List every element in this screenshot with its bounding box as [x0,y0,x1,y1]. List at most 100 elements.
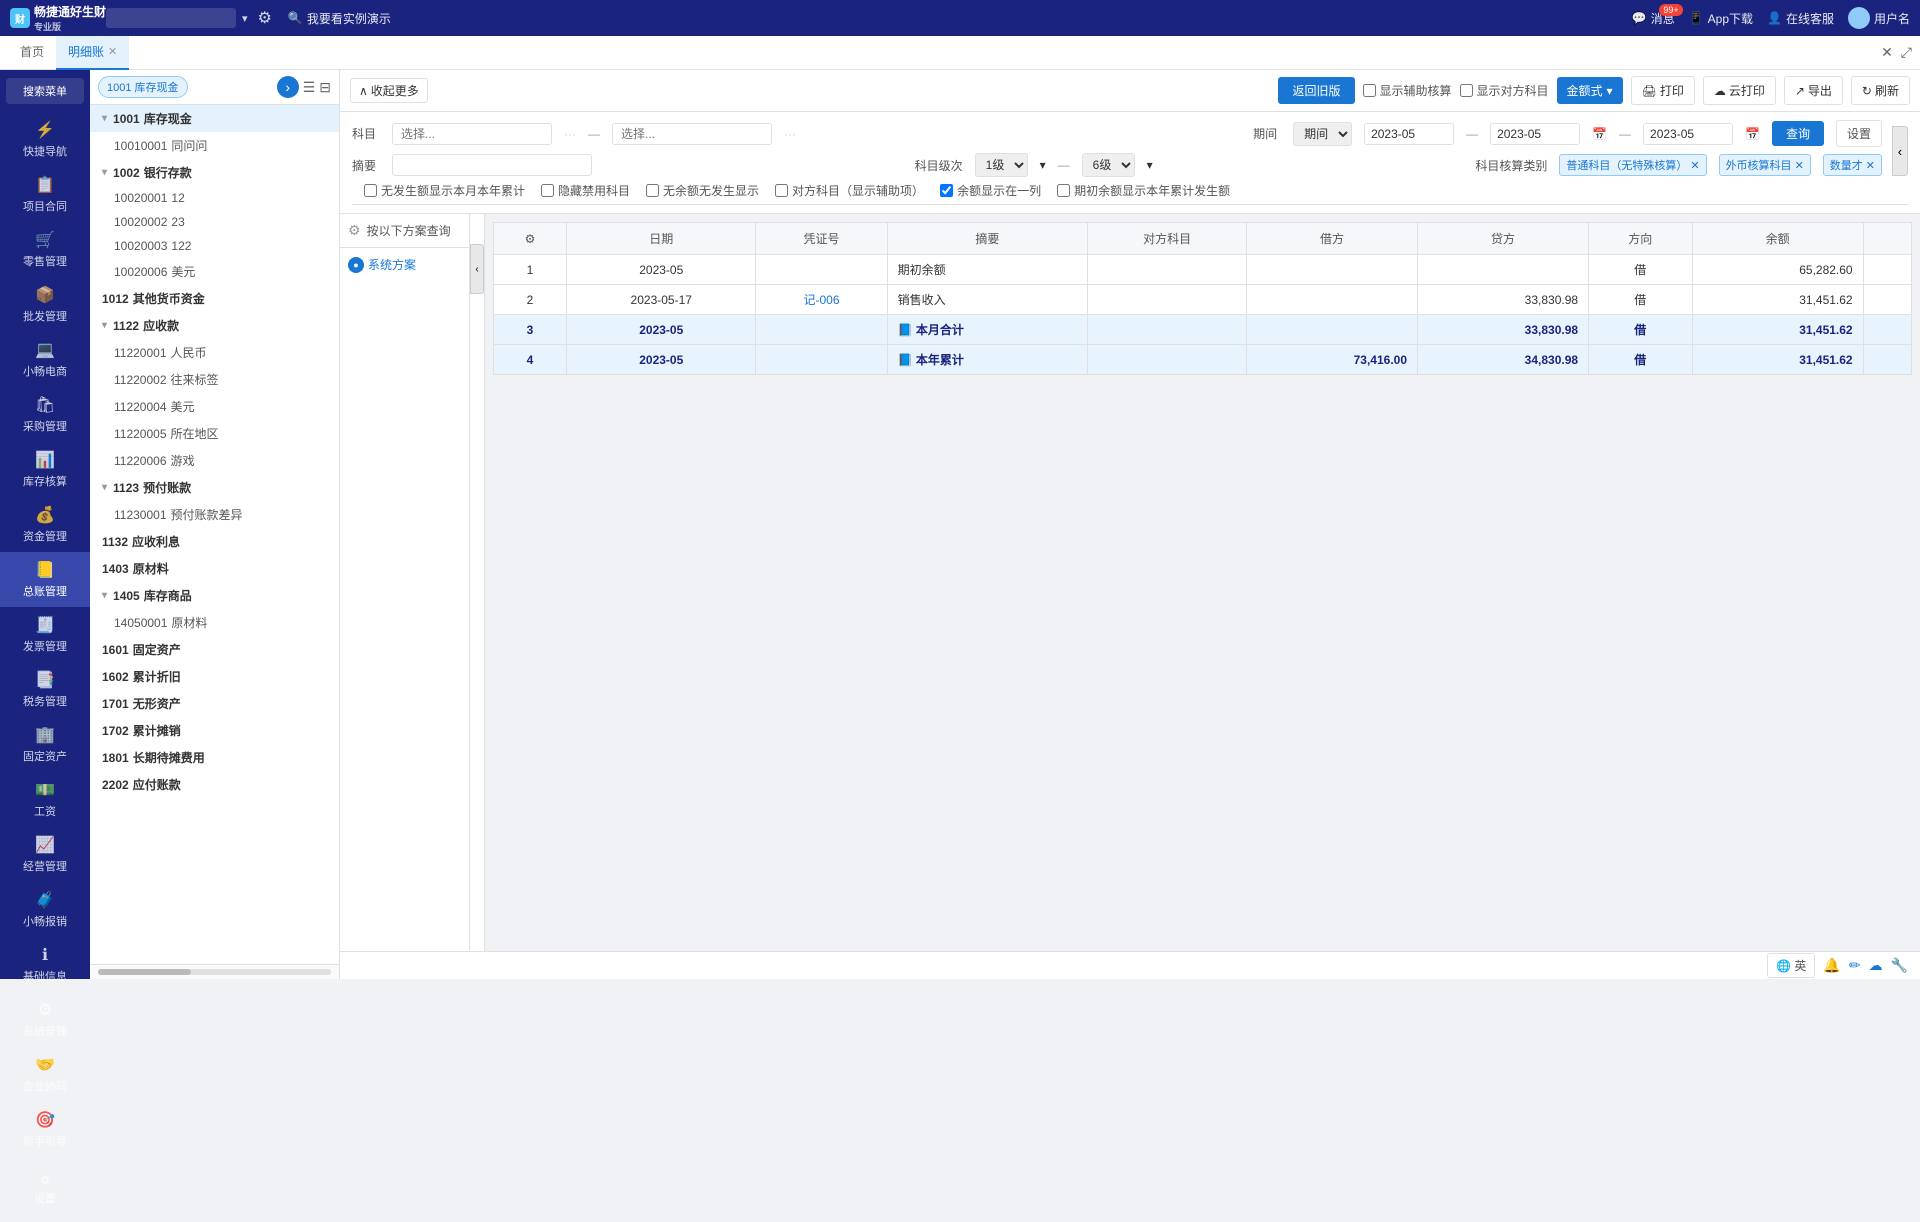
sidebar-item-quicknav[interactable]: ⚡ 快捷导航 [0,112,90,167]
lang-button[interactable]: 🌐 英 [1767,953,1815,978]
subject-input-2[interactable] [612,123,772,145]
tree-item-1403[interactable]: 1403 原材料 [90,555,339,582]
tree-item-10020001[interactable]: 10020001 12 [90,186,339,210]
tree-item-1123[interactable]: ▾ 1123 预付账款 [90,474,339,501]
account-tree-list-icon[interactable]: ☰ [303,79,316,96]
voucher-link[interactable]: 记-006 [804,293,840,307]
calendar-icon-2[interactable]: 📅 [1745,127,1760,141]
level-end-select[interactable]: 6级 [1082,153,1135,177]
sidebar-item-wholesale[interactable]: 📦 批发管理 [0,277,90,332]
tree-item-14050001[interactable]: 14050001 原材料 [90,609,339,636]
tree-item-1012[interactable]: 1012 其他货币资金 [90,285,339,312]
message-button[interactable]: 💬 消息 99+ [1632,10,1675,27]
filter-settings-button[interactable]: 设置 [1836,120,1882,147]
cb-no-amount[interactable]: 无发生额显示本月本年累计 [364,182,525,199]
tab-close-all-icon[interactable]: ✕ [1881,44,1893,61]
expand-filter-button[interactable]: ∧ 收起更多 [350,78,428,103]
sidebar-item-ledger[interactable]: 📒 总账管理 [0,552,90,607]
demo-button[interactable]: 🔍 我要看实例演示 [288,10,391,27]
tab-home[interactable]: 首页 [8,36,56,70]
sidebar-settings-button[interactable]: ⚙ 设置 [4,1166,86,1214]
sidebar-item-invoice[interactable]: 🧾 发票管理 [0,607,90,662]
cb-contra-subject[interactable]: 对方科目（显示辅助项） [775,182,924,199]
period-end-input-2[interactable] [1643,123,1733,145]
sidebar-item-inventory[interactable]: 📊 库存核算 [0,442,90,497]
refresh-button[interactable]: ↻ 刷新 [1851,76,1910,105]
subject-input[interactable] [392,123,552,145]
cb-opening-balance[interactable]: 期初余额显示本年累计发生额 [1057,182,1230,199]
tab-close-icon[interactable]: ✕ [108,45,117,58]
cloud-icon[interactable]: ☁ [1869,957,1883,974]
tree-item-10020003[interactable]: 10020003 122 [90,234,339,258]
left-panel-collapse-button[interactable]: ‹ [470,244,484,294]
cloud-print-button[interactable]: ☁ 云打印 [1703,76,1776,105]
tree-item-10010001[interactable]: 10010001 同问问 [90,132,339,159]
bell-icon[interactable]: 🔔 [1823,957,1840,974]
print-button[interactable]: 🖨 打印 [1631,76,1695,105]
cb-hide-disabled[interactable]: 隐藏禁用科目 [541,182,630,199]
sidebar-item-finance[interactable]: 💰 资金管理 [0,497,90,552]
type-tag-3-close[interactable]: ✕ [1866,159,1875,172]
type-tag-2-close[interactable]: ✕ [1795,159,1804,172]
tree-item-1001[interactable]: ▾ 1001 库存现金 [90,105,339,132]
sidebar-item-project[interactable]: 📋 项目合同 [0,167,90,222]
account-nav-button[interactable]: › [277,76,299,98]
edit-icon[interactable]: ✏ [1849,957,1861,974]
period-end-input[interactable] [1490,123,1580,145]
current-account-tag[interactable]: 1001 库存现金 [98,76,188,98]
tree-item-1002[interactable]: ▾ 1002 银行存款 [90,159,339,186]
tree-item-1801[interactable]: 1801 长期待摊费用 [90,744,339,771]
sidebar-item-management[interactable]: 📈 经营管理 [0,827,90,882]
app-download-button[interactable]: 📱 App下载 [1689,10,1753,27]
export-button[interactable]: ↗ 导出 [1784,76,1843,105]
amount-format-button[interactable]: 金额式 ▾ [1557,77,1623,104]
filter-collapse-button[interactable]: ‹ [1892,126,1908,176]
tab-maximize-icon[interactable]: ⤢ [1901,44,1912,61]
tree-item-11220006[interactable]: 11220006 游戏 [90,447,339,474]
sidebar-item-tax[interactable]: 📑 税务管理 [0,662,90,717]
cb-no-balance[interactable]: 无余额无发生显示 [646,182,759,199]
tree-item-1602[interactable]: 1602 累计折旧 [90,663,339,690]
tree-item-1132[interactable]: 1132 应收利息 [90,528,339,555]
tree-item-1601[interactable]: 1601 固定资产 [90,636,339,663]
tree-item-11220001[interactable]: 11220001 人民币 [90,339,339,366]
sidebar-item-system[interactable]: ⚙ 系统管理 [0,992,90,1047]
tree-item-11220002[interactable]: 11220002 往来标签 [90,366,339,393]
sidebar-item-retail[interactable]: 🛒 零售管理 [0,222,90,277]
wrench-icon[interactable]: 🔧 [1891,957,1908,974]
level-start-select[interactable]: 1级 [975,153,1028,177]
sidebar-item-assets[interactable]: 🏢 固定资产 [0,717,90,772]
tree-item-1702[interactable]: 1702 累计摊销 [90,717,339,744]
tree-item-11230001[interactable]: 11230001 预付账款差异 [90,501,339,528]
tree-item-2202[interactable]: 2202 应付账款 [90,771,339,798]
tree-item-1122[interactable]: ▾ 1122 应收款 [90,312,339,339]
sidebar-item-purchase[interactable]: 🛍 采购管理 [0,387,90,442]
user-avatar[interactable]: 用户名 [1848,7,1910,29]
settings-icon[interactable]: ⚙ [258,8,272,28]
period-start-input[interactable] [1364,123,1454,145]
sidebar-item-guide[interactable]: 🎯 新手引导 [0,1102,90,1157]
period-type-select[interactable]: 期间 [1293,122,1352,146]
return-old-version-button[interactable]: 返回旧版 [1278,77,1354,104]
top-search-input[interactable] [106,8,236,28]
sidebar-item-collab[interactable]: 🤝 企业协同 [0,1047,90,1102]
col-settings[interactable]: ⚙ [494,223,567,255]
search-button[interactable]: 查询 [1772,121,1824,146]
tree-item-11220004[interactable]: 11220004 美元 [90,393,339,420]
type-tag-1-close[interactable]: ✕ [1690,159,1699,172]
sidebar-search-button[interactable]: 搜索菜单 [6,78,84,104]
query-settings-icon[interactable]: ⚙ [348,222,361,239]
sidebar-item-ecommerce[interactable]: 💻 小畅电商 [0,332,90,387]
account-tree-collapse-icon[interactable]: ⊟ [319,79,331,96]
tree-item-1405[interactable]: ▾ 1405 库存商品 [90,582,339,609]
calendar-icon[interactable]: 📅 [1592,127,1607,141]
search-dropdown-icon[interactable]: ▾ [242,12,248,25]
summary-input[interactable] [392,154,592,176]
sidebar-item-expense[interactable]: 🧳 小畅报销 [0,882,90,937]
cb-balance-one-col[interactable]: 余额显示在一列 [940,182,1041,199]
show-aux-checkbox[interactable]: 显示辅助核算 [1363,82,1452,99]
tree-item-11220005[interactable]: 11220005 所在地区 [90,420,339,447]
tree-item-10020002[interactable]: 10020002 23 [90,210,339,234]
sidebar-item-payroll[interactable]: 💵 工资 [0,772,90,827]
tree-item-1701[interactable]: 1701 无形资产 [90,690,339,717]
